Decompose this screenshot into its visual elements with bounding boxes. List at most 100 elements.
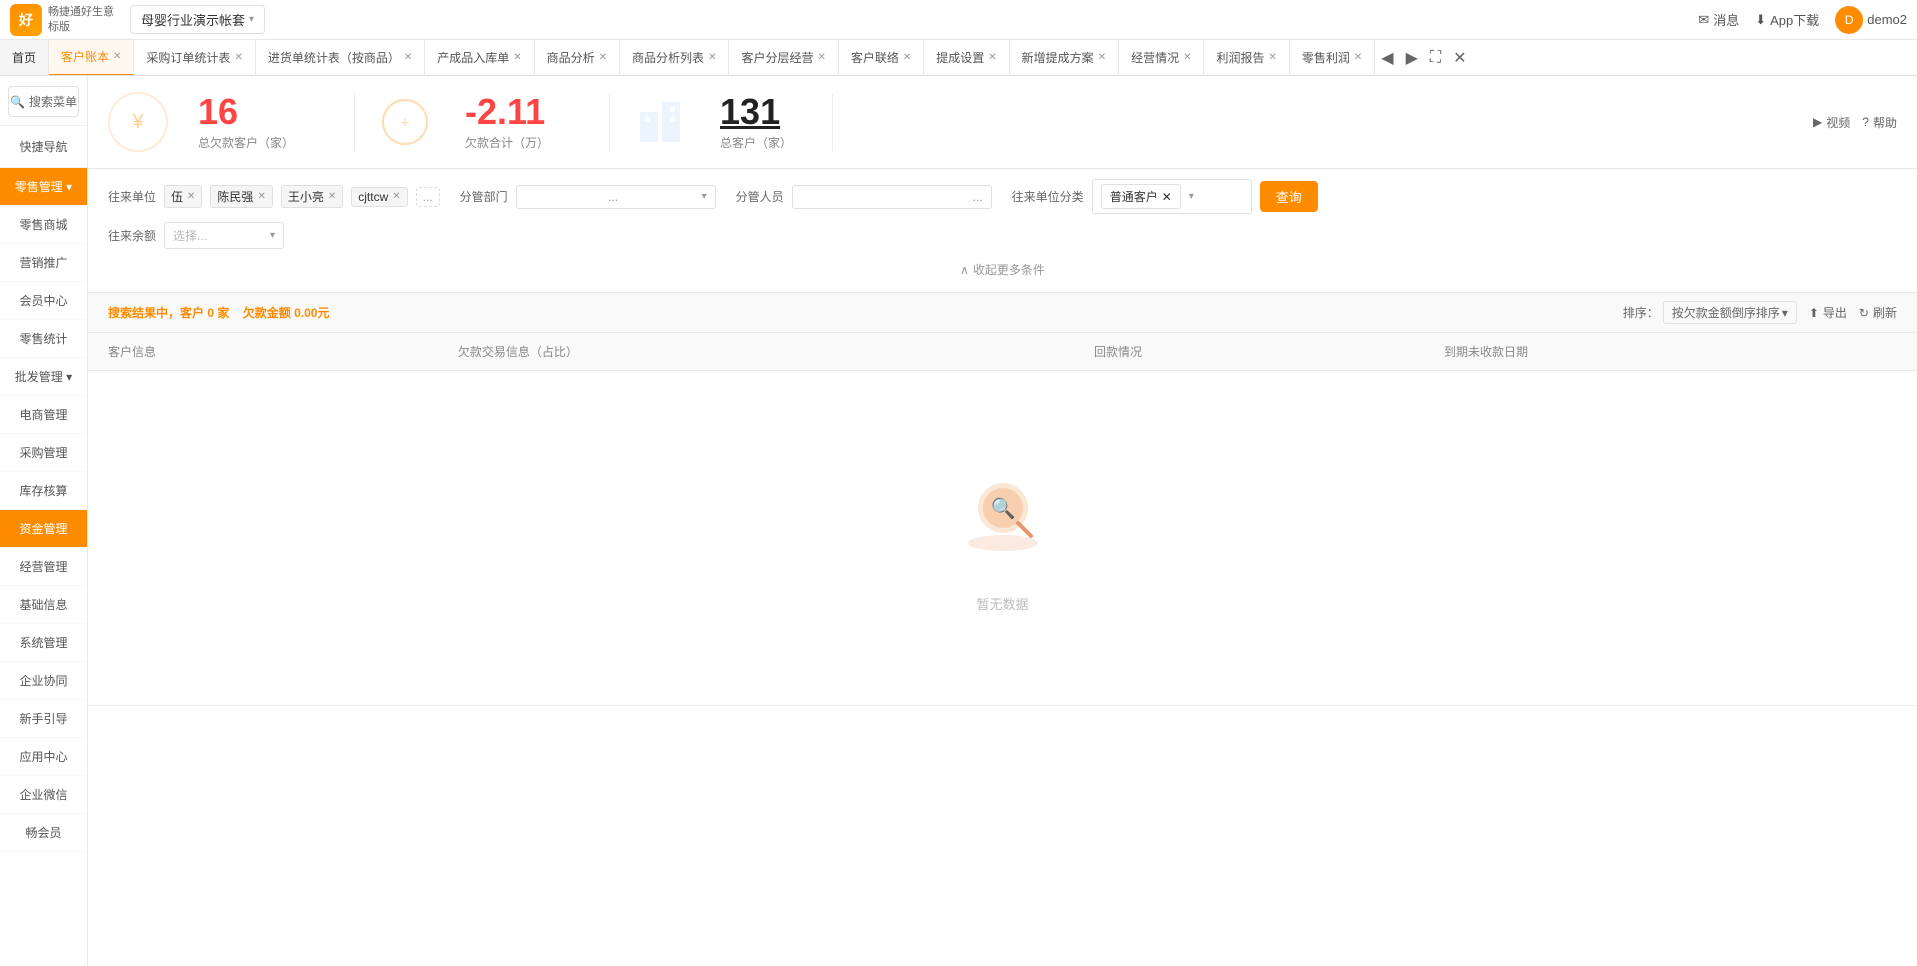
filter-row-1: 往来单位 伍 ✕ 陈民强 ✕ 王小亮 ✕ cjttcw	[108, 179, 1897, 214]
dept-select[interactable]: ... ▾	[516, 185, 716, 209]
chevron-down-icon: ▾	[1189, 191, 1194, 202]
sidebar-item-enterprise-collab[interactable]: 企业协同	[0, 662, 87, 700]
tab-close-icon[interactable]: ✕	[817, 52, 825, 63]
search-icon: 🔍	[10, 95, 25, 109]
tab-add-commission[interactable]: 新增提成方案 ✕	[1010, 40, 1119, 76]
sidebar-item-system[interactable]: 系统管理	[0, 624, 87, 662]
sidebar-item-retail-stats[interactable]: 零售统计	[0, 320, 87, 358]
filter-row-2: 往来余额 选择... ▾	[108, 222, 1897, 249]
unit-type-tag: 普通客户 ✕	[1101, 184, 1181, 209]
stats-bar: ¥ 16 总欠款客户（家） + -2.11 欠款合计（万）	[88, 76, 1917, 169]
tabs-maximize-button[interactable]: ⛶	[1424, 49, 1447, 67]
tab-close-icon[interactable]: ✕	[708, 52, 716, 63]
filter-more-button[interactable]: ...	[416, 187, 440, 207]
tab-retail-profit[interactable]: 零售利润 ✕	[1290, 40, 1375, 76]
message-button[interactable]: ✉ 消息	[1698, 10, 1739, 29]
sidebar-item-member-center[interactable]: 会员中心	[0, 282, 87, 320]
tab-inbound-stats[interactable]: 进货单统计表（按商品） ✕	[256, 40, 425, 76]
tab-close-icon[interactable]: ✕	[1183, 52, 1191, 63]
tab-profit-report[interactable]: 利润报告 ✕	[1204, 40, 1289, 76]
stat-debt-customers: 16 总欠款客户（家）	[188, 94, 355, 151]
tabs-close-all-button[interactable]: ✕	[1447, 48, 1472, 68]
tab-close-icon[interactable]: ✕	[513, 52, 521, 63]
sidebar-item-member[interactable]: 畅会员	[0, 814, 87, 852]
logo-icon: 好	[10, 4, 42, 36]
result-bar: 搜索结果中，客户 0 家 欠款金额 0.00元 排序： 按欠款金额倒序排序 ▾	[88, 293, 1917, 333]
result-info: 搜索结果中，客户 0 家 欠款金额 0.00元	[108, 304, 329, 321]
sidebar-item-wholesale[interactable]: 批发管理 ▾	[0, 358, 87, 396]
empty-state-icon: 🔍	[953, 463, 1053, 582]
sidebar-item-marketing[interactable]: 营销推广	[0, 244, 87, 282]
tab-close-icon[interactable]: ✕	[988, 52, 996, 63]
user-menu[interactable]: D demo2	[1835, 6, 1907, 34]
stat-total-customers-number: 131	[720, 94, 792, 130]
sidebar-item-ecommerce[interactable]: 电商管理	[0, 396, 87, 434]
refresh-icon: ↻	[1859, 306, 1869, 320]
stat-debt-total-label: 欠款合计（万）	[465, 134, 549, 151]
more-options-icon: ...	[973, 190, 983, 204]
sidebar-item-enterprise-wechat[interactable]: 企业微信	[0, 776, 87, 814]
tab-product-analysis[interactable]: 商品分析 ✕	[535, 40, 620, 76]
tab-production-inbound[interactable]: 产成品入库单 ✕	[425, 40, 534, 76]
filter-tag-2: 陈民强 ✕	[210, 185, 272, 208]
sidebar-item-purchase[interactable]: 采购管理	[0, 434, 87, 472]
tabs-prev-button[interactable]: ◀	[1375, 48, 1399, 68]
sidebar-menu: 零售管理 ▾ 零售商城 营销推广 会员中心 零售统计 批发管理 ▾	[0, 168, 87, 966]
app-download-button[interactable]: ⬇ App下载	[1755, 10, 1819, 29]
tab-customer-account[interactable]: 客户账本 ✕	[49, 40, 134, 76]
tab-customer-layering[interactable]: 客户分层经营 ✕	[729, 40, 838, 76]
tab-close-icon[interactable]: ✕	[903, 52, 911, 63]
tag-close-icon[interactable]: ✕	[187, 191, 195, 202]
dept-label: 分管部门	[460, 188, 508, 205]
account-selector[interactable]: 母婴行业演示帐套 ▾	[130, 5, 265, 34]
unit-type-select[interactable]: 普通客户 ✕ ▾	[1092, 179, 1252, 214]
chevron-down-icon: ...	[608, 190, 618, 204]
sidebar-item-inventory[interactable]: 库存核算	[0, 472, 87, 510]
refresh-button[interactable]: ↻ 刷新	[1859, 304, 1897, 321]
tab-customer-contact[interactable]: 客户联络 ✕	[839, 40, 924, 76]
search-menu-button[interactable]: 🔍 搜索菜单	[8, 86, 79, 117]
sidebar-item-retail-management[interactable]: 零售管理 ▾	[0, 168, 87, 206]
sidebar-item-operations[interactable]: 经营管理	[0, 548, 87, 586]
tab-operations[interactable]: 经营情况 ✕	[1119, 40, 1204, 76]
tag-close-icon[interactable]: ✕	[392, 191, 400, 202]
sidebar-item-basic-info[interactable]: 基础信息	[0, 586, 87, 624]
sidebar-item-app-center[interactable]: 应用中心	[0, 738, 87, 776]
sidebar-item-newcomer-guide[interactable]: 新手引导	[0, 700, 87, 738]
sidebar-item-finance[interactable]: 资金管理	[0, 510, 87, 548]
video-button[interactable]: ▶ 视频	[1813, 114, 1850, 131]
query-button[interactable]: 查询	[1260, 181, 1318, 212]
person-select[interactable]: ...	[792, 185, 992, 209]
table-area: 客户信息 欠款交易信息（占比） 回款情况 到期未收款日期	[88, 333, 1917, 966]
tag-close-icon[interactable]: ✕	[328, 191, 336, 202]
quick-nav-section[interactable]: 快捷导航	[0, 126, 87, 168]
tag-close-icon[interactable]: ✕	[1162, 190, 1172, 204]
balance-select[interactable]: 选择... ▾	[164, 222, 284, 249]
tab-close-icon[interactable]: ✕	[113, 51, 121, 62]
tab-close-icon[interactable]: ✕	[1098, 52, 1106, 63]
stat-total-customers: 131 总客户（家）	[710, 94, 833, 151]
svg-text:🔍: 🔍	[990, 495, 1015, 520]
message-icon: ✉	[1698, 12, 1709, 28]
tag-close-icon[interactable]: ✕	[257, 191, 265, 202]
tab-home[interactable]: 首页	[0, 40, 49, 76]
sidebar-search-section: 🔍 搜索菜单	[0, 76, 87, 126]
tab-close-icon[interactable]: ✕	[1269, 52, 1277, 63]
stat-debt-total-number: -2.11	[465, 94, 549, 130]
sort-button[interactable]: 按欠款金额倒序排序 ▾	[1663, 301, 1797, 324]
export-button[interactable]: ⬆ 导出	[1809, 304, 1847, 321]
tab-close-icon[interactable]: ✕	[404, 52, 412, 63]
tab-close-icon[interactable]: ✕	[599, 52, 607, 63]
tab-close-icon[interactable]: ✕	[234, 52, 242, 63]
tab-purchase-order[interactable]: 采购订单统计表 ✕	[134, 40, 255, 76]
tab-commission-settings[interactable]: 提成设置 ✕	[924, 40, 1009, 76]
tab-close-icon[interactable]: ✕	[1354, 52, 1362, 63]
balance-label: 往来余额	[108, 227, 156, 244]
tab-product-analysis-list[interactable]: 商品分析列表 ✕	[620, 40, 729, 76]
tabs-next-button[interactable]: ▶	[1400, 48, 1424, 68]
collapse-button[interactable]: ∧ 收起更多条件	[956, 257, 1049, 282]
account-selector-label: 母婴行业演示帐套	[141, 10, 245, 29]
stats-icon-total	[630, 92, 690, 152]
help-button[interactable]: ? 帮助	[1862, 114, 1897, 131]
sidebar-item-retail-mall[interactable]: 零售商城	[0, 206, 87, 244]
